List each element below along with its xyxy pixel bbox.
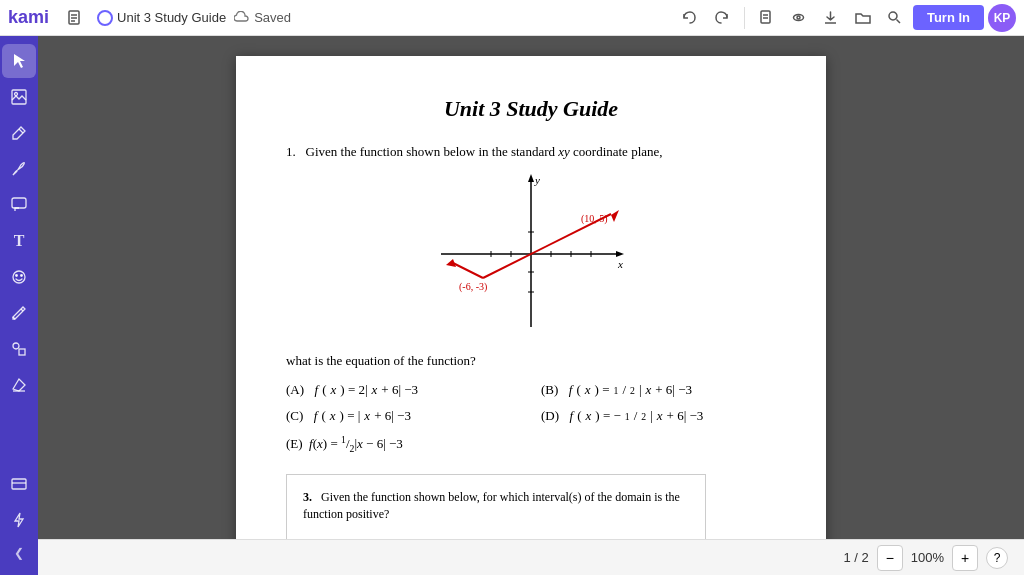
svg-point-17 <box>16 275 18 277</box>
svg-marker-27 <box>528 174 534 182</box>
help-btn[interactable]: ? <box>986 547 1008 569</box>
svg-marker-33 <box>446 259 456 267</box>
question-1-text: 1. Given the function shown below in the… <box>286 142 776 162</box>
sidebar-item-pencil[interactable] <box>2 296 36 330</box>
svg-point-16 <box>13 271 25 283</box>
sidebar-item-gallery[interactable] <box>2 80 36 114</box>
svg-line-11 <box>897 20 901 24</box>
answer-c: (C) f(x) = |x + 6| −3 <box>286 408 521 424</box>
saved-status: Saved <box>234 10 291 25</box>
doc-name-container: Unit 3 Study Guide <box>97 10 226 26</box>
question-1-sub: what is the equation of the function? <box>286 351 776 371</box>
svg-rect-23 <box>12 479 26 489</box>
sidebar-item-shapes[interactable] <box>2 332 36 366</box>
doc-area: Unit 3 Study Guide 1. Given the function… <box>38 36 1024 575</box>
svg-point-13 <box>15 93 18 96</box>
saved-label-text: Saved <box>254 10 291 25</box>
question-1-body: Given the function shown below in the st… <box>299 144 663 159</box>
answer-a: (A) f(x) = 2|x + 6| −3 <box>286 382 521 398</box>
page-title: Unit 3 Study Guide <box>286 96 776 122</box>
sidebar-item-cursor[interactable] <box>2 44 36 78</box>
sidebar-item-pen[interactable] <box>2 152 36 186</box>
topbar: kami Unit 3 Study Guide Saved <box>0 0 1024 36</box>
cloud-icon <box>234 11 250 25</box>
svg-text:y: y <box>534 174 540 186</box>
redo-btn[interactable] <box>708 4 736 32</box>
zoom-level: 100% <box>911 550 944 565</box>
svg-point-20 <box>13 343 19 349</box>
sidebar-item-emoji[interactable] <box>2 260 36 294</box>
zoom-out-btn[interactable]: − <box>877 545 903 571</box>
answers-container: (A) f(x) = 2|x + 6| −3 (B) f(x) = 1/2|x … <box>286 382 776 424</box>
doc-title: Unit 3 Study Guide <box>117 10 226 25</box>
svg-rect-15 <box>12 198 26 208</box>
main-layout: T <box>0 36 1024 575</box>
document-btn[interactable] <box>753 4 781 32</box>
svg-rect-4 <box>761 11 770 23</box>
graph-1-container: y x <box>286 172 776 337</box>
eye-btn[interactable] <box>785 4 813 32</box>
svg-point-10 <box>889 12 897 20</box>
svg-marker-34 <box>611 210 619 222</box>
avatar-btn[interactable]: KP <box>988 4 1016 32</box>
sidebar-item-text[interactable]: T <box>2 224 36 258</box>
svg-line-19 <box>21 309 23 311</box>
svg-rect-21 <box>19 349 25 355</box>
kami-logo: kami <box>8 7 49 28</box>
answer-d: (D) f(x) = −1/2|x + 6| −3 <box>541 408 776 424</box>
svg-text:x: x <box>617 258 623 270</box>
zoom-in-btn[interactable]: + <box>952 545 978 571</box>
svg-marker-28 <box>616 251 624 257</box>
svg-point-8 <box>797 16 800 19</box>
undo-btn[interactable] <box>676 4 704 32</box>
question-1-number: 1. <box>286 144 296 159</box>
sidebar-item-erase[interactable] <box>2 368 36 402</box>
sidebar-item-lightning[interactable] <box>2 503 36 537</box>
answer-b: (B) f(x) = 1/2|x + 6| −3 <box>541 382 776 398</box>
bottom-bar: 1 / 2 − 100% + ? <box>38 539 1024 575</box>
svg-point-18 <box>21 275 23 277</box>
sidebar-item-comment[interactable] <box>2 188 36 222</box>
svg-text:(10, 5): (10, 5) <box>581 213 608 225</box>
topbar-right: Turn In KP <box>676 4 1016 32</box>
sidebar: T <box>0 36 38 575</box>
search-btn[interactable] <box>881 4 909 32</box>
svg-line-31 <box>451 262 483 278</box>
download-btn[interactable] <box>817 4 845 32</box>
sidebar-item-annotate[interactable] <box>2 116 36 150</box>
sidebar-collapse-btn[interactable]: ❮ <box>2 539 36 567</box>
page-info: 1 / 2 <box>843 550 868 565</box>
svg-text:(-6, -3): (-6, -3) <box>459 281 487 293</box>
question-1: 1. Given the function shown below in the… <box>286 142 776 454</box>
folder-btn[interactable] <box>849 4 877 32</box>
svg-line-14 <box>19 129 23 133</box>
page-content: Unit 3 Study Guide 1. Given the function… <box>236 56 826 575</box>
doc-status-icon <box>97 10 113 26</box>
answer-e: (E) f(x) = 1/2|x − 6| −3 <box>286 434 776 454</box>
file-icon-btn[interactable] <box>61 4 89 32</box>
graph-1-svg: y x <box>431 172 631 337</box>
sidebar-item-cards[interactable] <box>2 467 36 501</box>
question-3-text: 3. Given the function shown below, for w… <box>303 489 689 523</box>
turn-in-btn[interactable]: Turn In <box>913 5 984 30</box>
